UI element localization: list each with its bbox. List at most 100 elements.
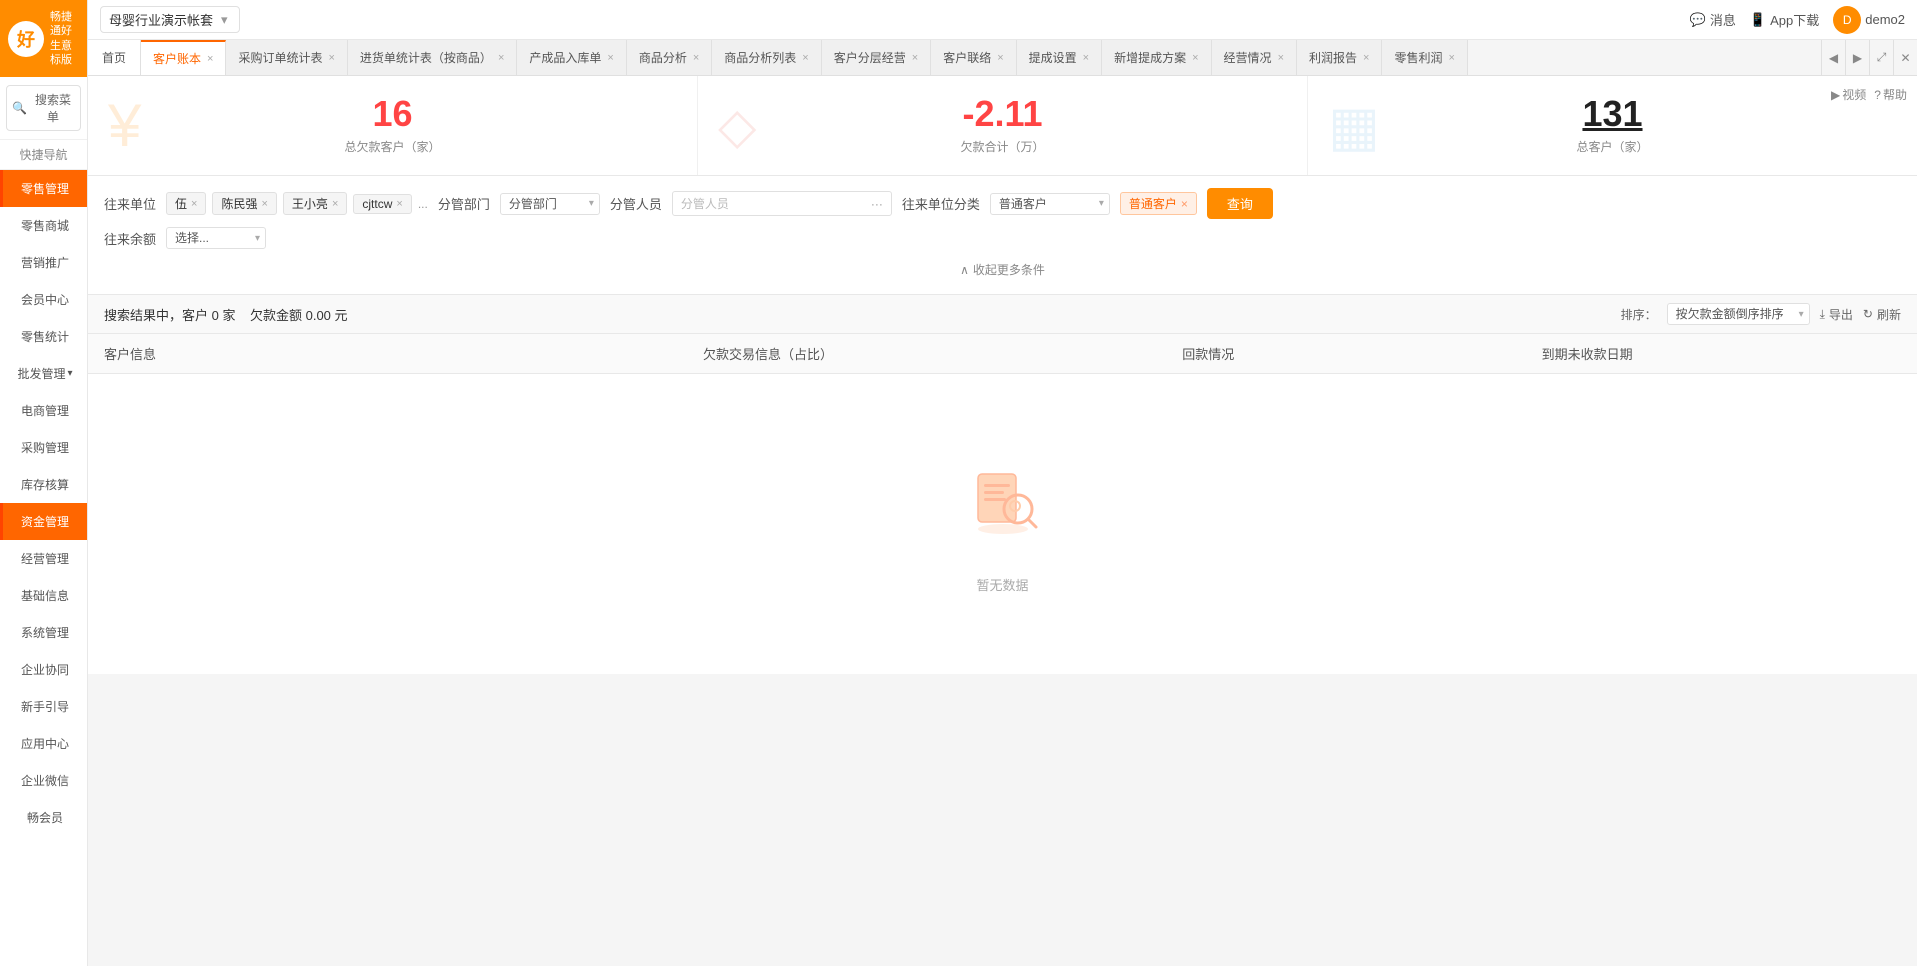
tab-close-icon[interactable]: × <box>1083 52 1089 64</box>
person-dots: ··· <box>871 197 883 211</box>
query-button[interactable]: 查询 <box>1207 188 1273 219</box>
store-selector[interactable]: 母婴行业演示帐套 ▾ <box>100 6 240 33</box>
messages-button[interactable]: 💬 消息 <box>1690 10 1736 29</box>
tab-product-analysis-list[interactable]: 商品分析列表 × <box>712 40 821 75</box>
quick-nav[interactable]: 快捷导航 <box>0 140 87 170</box>
app-download-button[interactable]: 📱 App下载 <box>1750 10 1819 29</box>
dept-selector[interactable]: 分管部门 <box>500 193 600 215</box>
sort-label: 排序： <box>1621 306 1657 323</box>
tab-label: 采购订单统计表 <box>238 49 322 66</box>
tab-customer-contact[interactable]: 客户联络 × <box>931 40 1016 75</box>
sidebar-item-marketing[interactable]: 营销推广 <box>0 244 87 281</box>
refresh-icon: ↻ <box>1863 307 1873 321</box>
sidebar-item-member[interactable]: 畅会员 <box>0 799 87 836</box>
tab-close-icon[interactable]: × <box>997 52 1003 64</box>
tag-remove-cjttcw[interactable]: × <box>396 198 402 210</box>
col-repayment: 回款情况 <box>1182 344 1541 363</box>
sidebar-search-area: 🔍 搜索菜单 <box>0 77 87 140</box>
sidebar-item-basic-info[interactable]: 基础信息 <box>0 577 87 614</box>
topbar: 母婴行业演示帐套 ▾ 💬 消息 📱 App下载 D demo2 <box>88 0 1917 40</box>
tab-product-analysis[interactable]: 商品分析 × <box>627 40 712 75</box>
tab-commission-settings[interactable]: 提成设置 × <box>1017 40 1102 75</box>
sort-selector[interactable]: 按欠款金额倒序排序 <box>1667 303 1810 325</box>
tab-close-icon[interactable]: × <box>207 53 213 65</box>
tag-remove-wu[interactable]: × <box>191 198 197 210</box>
tab-profit-report[interactable]: 利润报告 × <box>1297 40 1382 75</box>
sidebar-logo[interactable]: 好 畅捷通好生意 标版 <box>0 0 87 77</box>
sidebar-item-wechat-work[interactable]: 企业微信 <box>0 762 87 799</box>
tag-text: cjttcw <box>362 197 392 211</box>
stat-total-all-customers: ▦ 131 总客户（家） ▶ 视频 ? 帮助 <box>1308 76 1917 175</box>
sidebar-item-finance[interactable]: 资金管理 <box>0 503 87 540</box>
refresh-button[interactable]: ↻ 刷新 <box>1863 306 1901 323</box>
tab-finished-goods[interactable]: 产成品入库单 × <box>517 40 626 75</box>
sidebar-item-purchase[interactable]: 采购管理 <box>0 429 87 466</box>
sidebar-item-member-center[interactable]: 会员中心 <box>0 281 87 318</box>
tab-retail-profit[interactable]: 零售利润 × <box>1382 40 1467 75</box>
tab-close-icon[interactable]: × <box>328 52 334 64</box>
tab-label: 进货单统计表（按商品） <box>360 49 492 66</box>
tab-purchase-stats-product[interactable]: 进货单统计表（按商品） × <box>348 40 517 75</box>
sidebar-item-app-center[interactable]: 应用中心 <box>0 725 87 762</box>
sidebar-item-retail-management[interactable]: 零售管理 <box>0 170 87 207</box>
category-tag-selected: 普通客户 × <box>1120 192 1197 215</box>
tab-close-icon[interactable]: × <box>693 52 699 64</box>
sidebar-item-ecommerce[interactable]: 电商管理 <box>0 392 87 429</box>
tab-close-icon[interactable]: × <box>802 52 808 64</box>
tab-maximize[interactable]: ⤢ <box>1869 40 1893 76</box>
export-button[interactable]: ⤓ 导出 <box>1820 306 1853 323</box>
video-help-button[interactable]: ▶ 视频 <box>1831 86 1866 103</box>
tab-label: 客户账本 <box>153 50 201 67</box>
sidebar-item-operations[interactable]: 经营管理 <box>0 540 87 577</box>
sidebar-item-retail-stats[interactable]: 零售统计 <box>0 318 87 355</box>
tab-close-icon[interactable]: × <box>498 52 504 64</box>
tab-scroll-right[interactable]: ▶ <box>1845 40 1869 76</box>
search-menu-button[interactable]: 🔍 搜索菜单 <box>6 85 81 131</box>
tag-remove-wang[interactable]: × <box>332 198 338 210</box>
result-amount-unit: 元 <box>335 308 348 323</box>
balance-selector[interactable]: 选择... <box>166 227 266 249</box>
tab-label: 产成品入库单 <box>529 49 601 66</box>
sidebar-item-newbie[interactable]: 新手引导 <box>0 688 87 725</box>
user-menu[interactable]: D demo2 <box>1833 6 1905 34</box>
stat-label-debt: 欠款合计（万） <box>960 138 1044 155</box>
sidebar-item-retail-mall[interactable]: 零售商城 <box>0 207 87 244</box>
tab-new-commission[interactable]: 新增提成方案 × <box>1102 40 1211 75</box>
tab-customer-ledger[interactable]: 客户账本 × <box>141 40 226 75</box>
table-header: 客户信息 欠款交易信息（占比） 回款情况 到期未收款日期 <box>88 334 1917 374</box>
filter-tag-wang: 王小亮 × <box>283 192 347 215</box>
collapse-filter-button[interactable]: ∧ 收起更多条件 <box>104 257 1901 282</box>
help-button[interactable]: ? 帮助 <box>1874 86 1907 103</box>
sidebar-item-wholesale[interactable]: 批发管理 ▾ <box>0 355 87 392</box>
person-selector[interactable]: 分管人员 ··· <box>672 191 892 216</box>
tab-business-situation[interactable]: 经营情况 × <box>1212 40 1297 75</box>
sidebar-item-enterprise-collab[interactable]: 企业协同 <box>0 651 87 688</box>
sidebar-item-system[interactable]: 系统管理 <box>0 614 87 651</box>
category-tag-remove[interactable]: × <box>1181 197 1188 211</box>
help-icon: ? <box>1874 88 1881 102</box>
tab-close-icon[interactable]: × <box>912 52 918 64</box>
sidebar-item-inventory[interactable]: 库存核算 <box>0 466 87 503</box>
stat-total-debt: ◇ -2.11 欠款合计（万） <box>698 76 1308 175</box>
filter-row-1: 往来单位 伍 × 陈民强 × 王小亮 × cjttcw <box>104 188 1901 219</box>
store-name: 母婴行业演示帐套 <box>109 10 213 29</box>
diamond-icon: ◇ <box>718 97 756 155</box>
empty-state: 暂无数据 <box>88 374 1917 674</box>
category-selector[interactable]: 普通客户 <box>990 193 1110 215</box>
tab-close-icon[interactable]: × <box>1363 52 1369 64</box>
empty-icon <box>958 454 1048 563</box>
tab-close-icon[interactable]: × <box>1278 52 1284 64</box>
tab-purchase-order-stats[interactable]: 采购订单统计表 × <box>226 40 347 75</box>
tab-scroll-left[interactable]: ◀ <box>1821 40 1845 76</box>
tab-home[interactable]: 首页 <box>88 40 141 75</box>
tab-close-all[interactable]: ✕ <box>1893 40 1917 76</box>
filter-tags: 伍 × 陈民强 × 王小亮 × cjttcw × ... <box>166 192 428 215</box>
tab-label: 经营情况 <box>1224 49 1272 66</box>
filter-more-button[interactable]: ... <box>418 197 428 211</box>
tab-close-icon[interactable]: × <box>1192 52 1198 64</box>
tab-customer-segment[interactable]: 客户分层经营 × <box>822 40 931 75</box>
tab-close-icon[interactable]: × <box>607 52 613 64</box>
tab-label: 商品分析 <box>639 49 687 66</box>
tag-remove-chen[interactable]: × <box>261 198 267 210</box>
tab-close-icon[interactable]: × <box>1448 52 1454 64</box>
